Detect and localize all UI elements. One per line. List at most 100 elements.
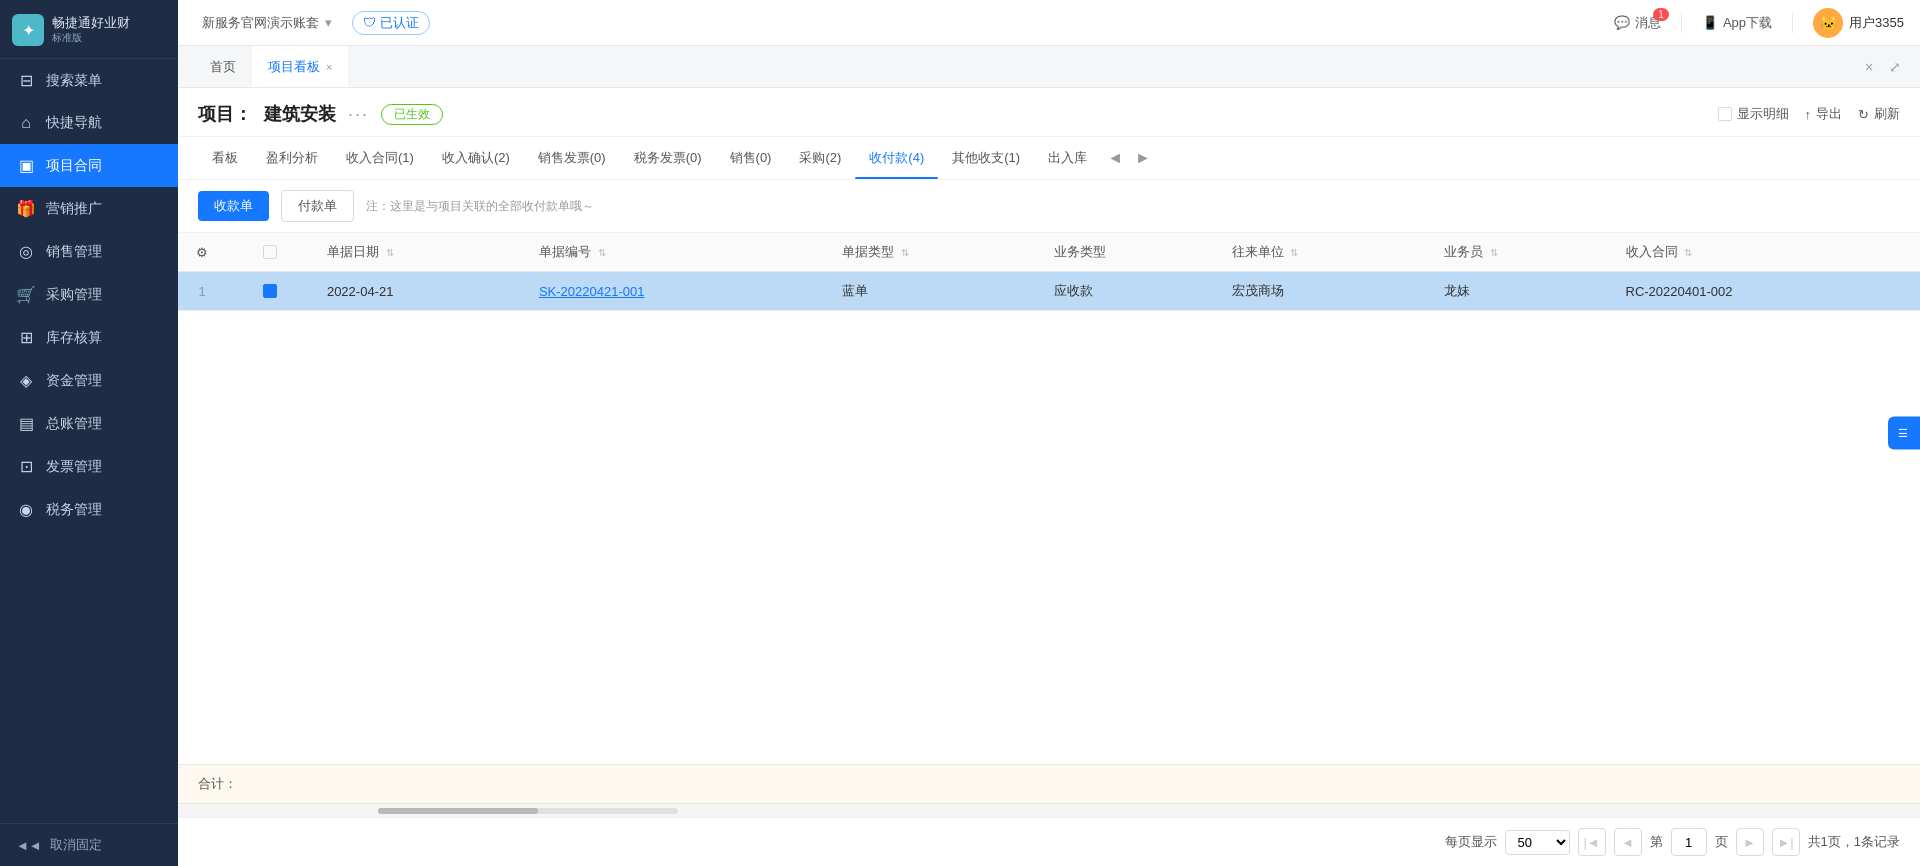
subnav-sales-invoice[interactable]: 销售发票(0) bbox=[524, 137, 620, 179]
subnav-income-confirm[interactable]: 收入确认(2) bbox=[428, 137, 524, 179]
page-next-btn[interactable]: ► bbox=[1736, 828, 1764, 856]
sidebar-unpin[interactable]: ◄◄ 取消固定 bbox=[0, 823, 178, 866]
col-date: 单据日期 ⇅ bbox=[315, 233, 527, 272]
sidebar-item-marketing[interactable]: 🎁 营销推广 bbox=[0, 187, 178, 230]
sidebar-item-quicknav[interactable]: ⌂ 快捷导航 bbox=[0, 102, 178, 144]
subnav-income-contract[interactable]: 收入合同(1) bbox=[332, 137, 428, 179]
right-float-icon: ☰ bbox=[1898, 427, 1911, 440]
subnav-purchase[interactable]: 采购(2) bbox=[785, 137, 855, 179]
sort-type-icon[interactable]: ⇅ bbox=[901, 247, 909, 258]
page-size-select[interactable]: 50 bbox=[1505, 830, 1570, 855]
project-status: 已生效 bbox=[381, 104, 443, 125]
cell-partner: 宏茂商场 bbox=[1220, 272, 1432, 311]
subnav-receipt[interactable]: 收付款(4) bbox=[855, 137, 938, 179]
scrollbar-thumb[interactable] bbox=[378, 808, 538, 814]
cart-icon: 🛒 bbox=[16, 285, 36, 304]
page-last-btn[interactable]: ►| bbox=[1772, 828, 1800, 856]
col-biz-type: 业务类型 bbox=[1042, 233, 1220, 272]
cell-type: 蓝单 bbox=[830, 272, 1042, 311]
tab-home[interactable]: 首页 bbox=[194, 46, 252, 87]
close-window-btn[interactable]: × bbox=[1860, 58, 1878, 76]
inventory-icon: ⊞ bbox=[16, 328, 36, 347]
col-settings[interactable]: ⚙ bbox=[178, 233, 226, 272]
certified-badge: 🛡 已认证 bbox=[352, 11, 430, 35]
cell-number[interactable]: SK-20220421-001 bbox=[527, 272, 830, 311]
sidebar-item-purchase[interactable]: 🛒 采购管理 bbox=[0, 273, 178, 316]
sort-number-icon[interactable]: ⇅ bbox=[598, 247, 606, 258]
maximize-window-btn[interactable]: ⤢ bbox=[1886, 58, 1904, 76]
sidebar-item-invoice[interactable]: ⊡ 发票管理 bbox=[0, 445, 178, 488]
sub-nav: 看板 盈利分析 收入合同(1) 收入确认(2) 销售发票(0) 税务发票(0) … bbox=[178, 137, 1920, 180]
home-icon: ⌂ bbox=[16, 114, 36, 132]
col-salesperson: 业务员 ⇅ bbox=[1432, 233, 1614, 272]
user-info[interactable]: 🐱 用户3355 bbox=[1813, 8, 1904, 38]
summary-row: 合计： bbox=[178, 764, 1920, 803]
tab-kanban[interactable]: 项目看板 × bbox=[252, 46, 348, 87]
subnav-tax-invoice[interactable]: 税务发票(0) bbox=[620, 137, 716, 179]
messages-btn[interactable]: 💬 消息 1 bbox=[1614, 14, 1661, 32]
cell-salesperson: 龙妹 bbox=[1432, 272, 1614, 311]
header-divider2 bbox=[1792, 13, 1793, 33]
invoice-icon: ⊡ bbox=[16, 457, 36, 476]
subnav-kanban[interactable]: 看板 bbox=[198, 137, 252, 179]
subnav-profit[interactable]: 盈利分析 bbox=[252, 137, 332, 179]
sidebar-item-tax[interactable]: ◉ 税务管理 bbox=[0, 488, 178, 531]
cell-biz-type: 应收款 bbox=[1042, 272, 1220, 311]
more-btn[interactable]: ··· bbox=[348, 104, 369, 125]
top-header: 新服务官网演示账套 ▾ 🛡 已认证 💬 消息 1 📱 App下载 🐱 用户335… bbox=[178, 0, 1920, 46]
col-partner: 往来单位 ⇅ bbox=[1220, 233, 1432, 272]
btn-payment[interactable]: 付款单 bbox=[281, 190, 354, 222]
app-download-btn[interactable]: 📱 App下载 bbox=[1702, 14, 1772, 32]
pagination: 每页显示 50 |◄ ◄ 第 页 ► ►| 共1页，1条记录 bbox=[178, 817, 1920, 866]
page-prev-btn[interactable]: ◄ bbox=[1614, 828, 1642, 856]
subnav-sales[interactable]: 销售(0) bbox=[716, 137, 786, 179]
main-area: 新服务官网演示账套 ▾ 🛡 已认证 💬 消息 1 📱 App下载 🐱 用户335… bbox=[178, 0, 1920, 866]
sidebar-item-project[interactable]: ▣ 项目合同 bbox=[0, 144, 178, 187]
tab-bar: 首页 项目看板 × × ⤢ bbox=[178, 46, 1920, 88]
horizontal-scrollbar[interactable] bbox=[378, 808, 678, 814]
sidebar-item-inventory[interactable]: ⊞ 库存核算 bbox=[0, 316, 178, 359]
table-header-row: ⚙ 单据日期 ⇅ 单据编号 ⇅ bbox=[178, 233, 1920, 272]
right-float-btn[interactable]: ☰ bbox=[1888, 417, 1920, 450]
account-dropdown-icon: ▾ bbox=[325, 15, 332, 30]
sort-contract-icon[interactable]: ⇅ bbox=[1684, 247, 1692, 258]
show-detail-checkbox[interactable]: 显示明细 bbox=[1718, 105, 1789, 123]
search-icon: ⊟ bbox=[16, 71, 36, 90]
sidebar-item-sales[interactable]: ◎ 销售管理 bbox=[0, 230, 178, 273]
filter-bar: 收款单 付款单 注：这里是与项目关联的全部收付款单哦～ bbox=[178, 180, 1920, 233]
col-type: 单据类型 ⇅ bbox=[830, 233, 1042, 272]
sort-date-icon[interactable]: ⇅ bbox=[386, 247, 394, 258]
data-table-wrap: ⚙ 单据日期 ⇅ 单据编号 ⇅ bbox=[178, 233, 1920, 764]
select-all-checkbox[interactable] bbox=[263, 245, 277, 259]
page-number-input[interactable] bbox=[1671, 828, 1707, 856]
cell-checkbox bbox=[226, 272, 315, 311]
data-table: ⚙ 单据日期 ⇅ 单据编号 ⇅ bbox=[178, 233, 1920, 311]
cell-income-contract: RC-20220401-002 bbox=[1614, 272, 1921, 311]
subnav-other-expense[interactable]: 其他收支(1) bbox=[938, 137, 1034, 179]
subnav-next[interactable]: ► bbox=[1129, 149, 1157, 167]
sidebar: ✦ 畅捷通好业财 标准版 ⊟ 搜索菜单 ⌂ 快捷导航 ▣ 项目合同 🎁 营销推广… bbox=[0, 0, 178, 866]
project-label: 项目： bbox=[198, 102, 252, 126]
subnav-prev[interactable]: ◄ bbox=[1101, 149, 1129, 167]
subnav-stock[interactable]: 出入库 bbox=[1034, 137, 1101, 179]
window-controls: × ⤢ bbox=[1860, 58, 1904, 76]
tab-close-kanban[interactable]: × bbox=[326, 61, 332, 73]
page-first-btn[interactable]: |◄ bbox=[1578, 828, 1606, 856]
sales-icon: ◎ bbox=[16, 242, 36, 261]
sort-salesperson-icon[interactable]: ⇅ bbox=[1490, 247, 1498, 258]
sidebar-item-search[interactable]: ⊟ 搜索菜单 bbox=[0, 59, 178, 102]
export-btn[interactable]: ↑ 导出 bbox=[1805, 105, 1843, 123]
btn-receipt[interactable]: 收款单 bbox=[198, 191, 269, 221]
sort-partner-icon[interactable]: ⇅ bbox=[1290, 247, 1298, 258]
checkbox-box[interactable] bbox=[1718, 107, 1732, 121]
sidebar-item-capital[interactable]: ◈ 资金管理 bbox=[0, 359, 178, 402]
export-icon: ↑ bbox=[1805, 107, 1812, 122]
logo-icon: ✦ bbox=[12, 14, 44, 46]
scroll-bar-area bbox=[178, 803, 1920, 817]
account-selector[interactable]: 新服务官网演示账套 ▾ bbox=[194, 10, 340, 36]
row-checkbox[interactable] bbox=[263, 284, 277, 298]
sidebar-item-ledger[interactable]: ▤ 总账管理 bbox=[0, 402, 178, 445]
project-name: 建筑安装 bbox=[264, 102, 336, 126]
refresh-btn[interactable]: ↻ 刷新 bbox=[1858, 105, 1900, 123]
project-header: 项目： 建筑安装 ··· 已生效 显示明细 ↑ 导出 ↻ 刷新 bbox=[178, 88, 1920, 137]
